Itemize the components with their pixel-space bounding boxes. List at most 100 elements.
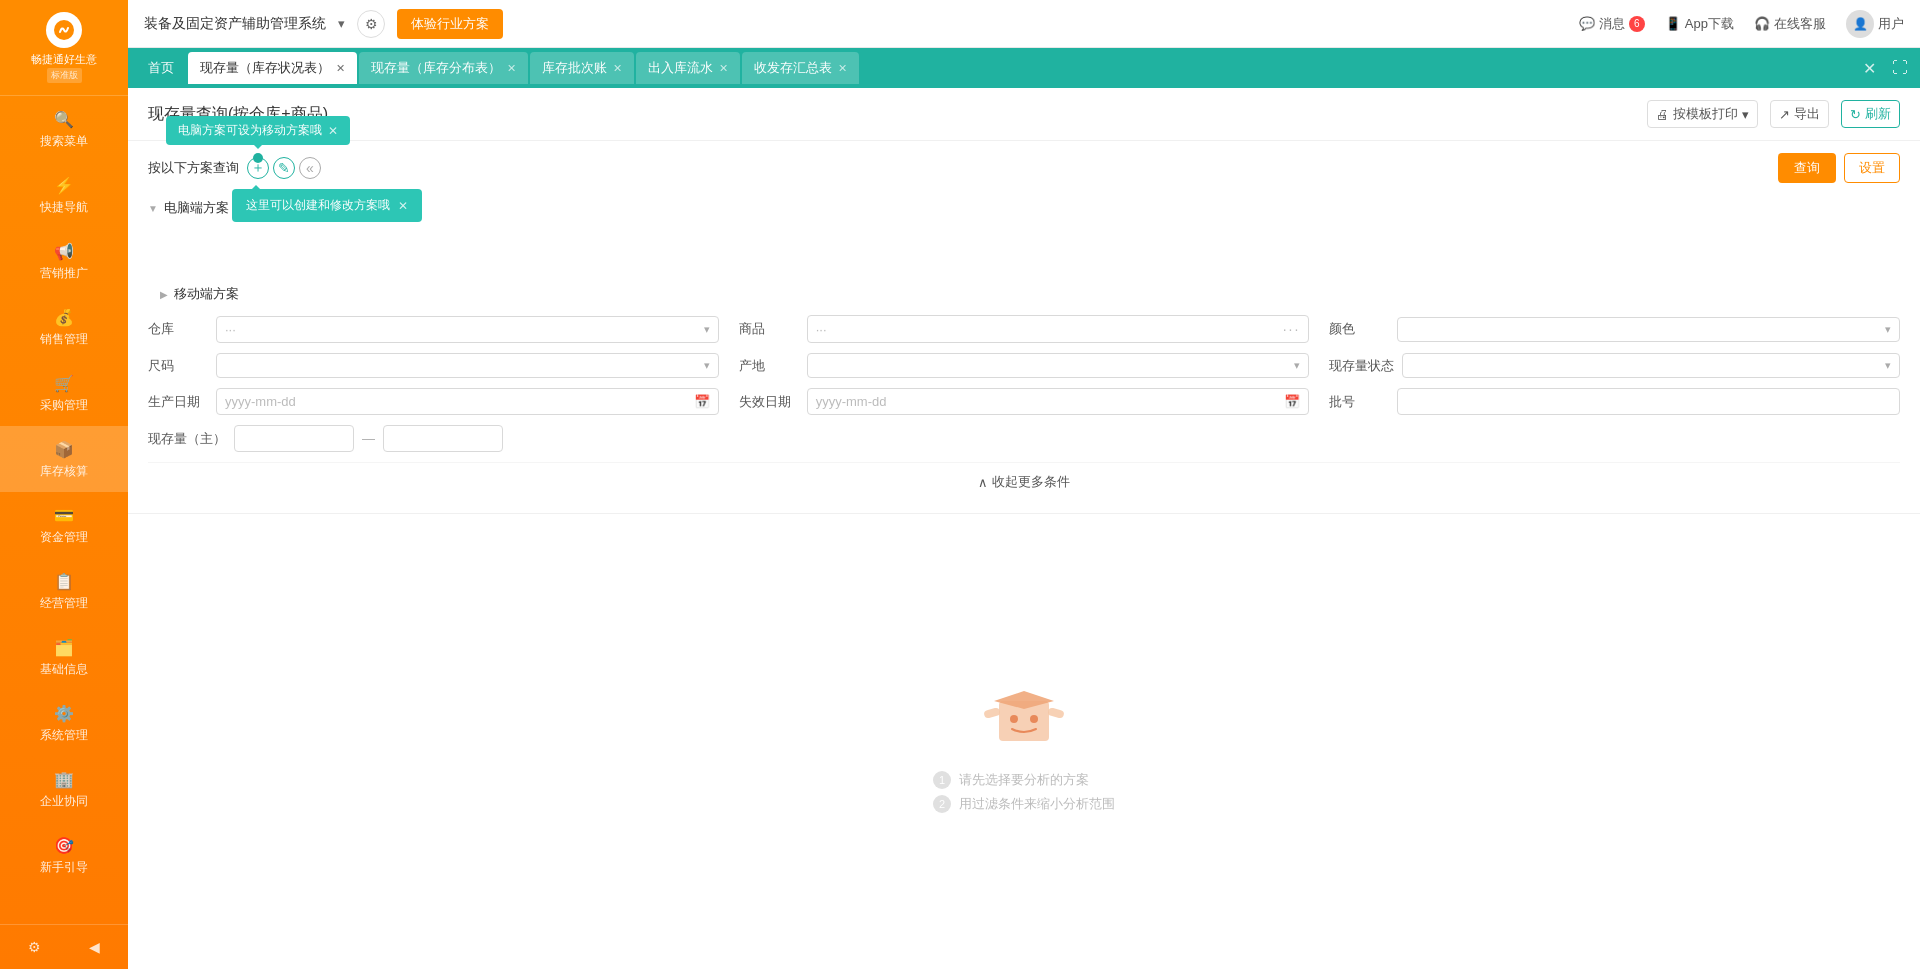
tooltip-close-1[interactable]: ✕ bbox=[328, 124, 338, 138]
tab-inventory-dist[interactable]: 现存量（库存分布表） ✕ bbox=[359, 52, 528, 84]
sidebar-item-finance[interactable]: 💳 资金管理 bbox=[0, 492, 128, 558]
color-select-arrow: ▾ bbox=[1885, 323, 1891, 336]
main-area: 装备及固定资产辅助管理系统 ▾ ⚙ 体验行业方案 💬 消息 6 📱 App下载 … bbox=[128, 0, 1920, 969]
filter-expiry-date: 失效日期 yyyy-mm-dd 📅 bbox=[739, 388, 1310, 415]
add-scheme-tooltip: 电脑方案可设为移动方案哦 ✕ bbox=[166, 116, 350, 145]
goods-select[interactable]: ··· ··· bbox=[807, 315, 1310, 343]
sidebar-item-enterprise[interactable]: 🏢 企业协同 bbox=[0, 756, 128, 822]
content-area: 现存量查询(按仓库+商品) 🖨 按模板打印 ▾ ↗ 导出 ↻ 刷新 bbox=[128, 88, 1920, 969]
stock-main-from-input[interactable] bbox=[234, 425, 354, 452]
page-container: 现存量查询(按仓库+商品) 🖨 按模板打印 ▾ ↗ 导出 ↻ 刷新 bbox=[128, 88, 1920, 969]
scheme-arrow-pc: ▼ bbox=[148, 203, 158, 214]
production-date-label: 生产日期 bbox=[148, 393, 208, 411]
step-num-2: 2 bbox=[933, 795, 951, 813]
tab-close-in-out-flow[interactable]: ✕ bbox=[719, 62, 728, 75]
tab-batch-account[interactable]: 库存批次账 ✕ bbox=[530, 52, 634, 84]
export-button[interactable]: ↗ 导出 bbox=[1770, 100, 1829, 128]
tab-bar-actions: ✕ ⛶ bbox=[1859, 55, 1912, 82]
expiry-date-input[interactable]: yyyy-mm-dd 📅 bbox=[807, 388, 1310, 415]
service-icon: 🎧 bbox=[1754, 16, 1770, 31]
filter-color: 颜色 ▾ bbox=[1329, 315, 1900, 343]
filter-row-1: 仓库 ··· ▾ 商品 ··· ··· bbox=[148, 315, 1900, 343]
batch-label: 批号 bbox=[1329, 393, 1389, 411]
collapse-button[interactable]: ∧ 收起更多条件 bbox=[978, 473, 1070, 491]
sidebar-bottom: ⚙ ◀ bbox=[0, 924, 128, 969]
filter-goods: 商品 ··· ··· bbox=[739, 315, 1310, 343]
warehouse-select[interactable]: ··· ▾ bbox=[216, 316, 719, 343]
sidebar-item-guide[interactable]: 🎯 新手引导 bbox=[0, 822, 128, 888]
sidebar-item-quick[interactable]: ⚡ 快捷导航 bbox=[0, 162, 128, 228]
svg-rect-4 bbox=[983, 707, 1001, 719]
tab-maximize-button[interactable]: ⛶ bbox=[1888, 55, 1912, 81]
sidebar-collapse-button[interactable]: ◀ bbox=[85, 935, 104, 959]
tab-close-inventory-status[interactable]: ✕ bbox=[336, 62, 345, 75]
goods-label: 商品 bbox=[739, 320, 799, 338]
search-button[interactable]: 查询 bbox=[1778, 153, 1836, 183]
sidebar-item-operation[interactable]: 📋 经营管理 bbox=[0, 558, 128, 624]
sidebar-item-marketing[interactable]: 📢 营销推广 bbox=[0, 228, 128, 294]
tab-inventory-status[interactable]: 现存量（库存状况表） ✕ bbox=[188, 52, 357, 84]
print-button[interactable]: 🖨 按模板打印 ▾ bbox=[1647, 100, 1758, 128]
tab-receive-send[interactable]: 收发存汇总表 ✕ bbox=[742, 52, 859, 84]
sidebar-item-search[interactable]: 🔍 搜索菜单 bbox=[0, 96, 128, 162]
size-select[interactable]: ▾ bbox=[216, 353, 719, 378]
user-menu[interactable]: 👤 用户 bbox=[1846, 10, 1904, 38]
tooltip-close-2[interactable]: ✕ bbox=[398, 199, 408, 213]
message-badge: 6 bbox=[1629, 16, 1645, 32]
reset-button[interactable]: 设置 bbox=[1844, 153, 1900, 183]
tab-bar: 首页 现存量（库存状况表） ✕ 现存量（库存分布表） ✕ 库存批次账 ✕ 出入库… bbox=[128, 48, 1920, 88]
color-label: 颜色 bbox=[1329, 320, 1389, 338]
filter-warehouse: 仓库 ··· ▾ bbox=[148, 315, 719, 343]
scheme-arrow-mobile: ▶ bbox=[160, 289, 168, 300]
header-settings-button[interactable]: ⚙ bbox=[357, 10, 385, 38]
system-title: 装备及固定资产辅助管理系统 bbox=[144, 15, 326, 33]
production-date-input[interactable]: yyyy-mm-dd 📅 bbox=[216, 388, 719, 415]
refresh-button[interactable]: ↻ 刷新 bbox=[1841, 100, 1900, 128]
sidebar-item-system[interactable]: ⚙️ 系统管理 bbox=[0, 690, 128, 756]
batch-input[interactable] bbox=[1397, 388, 1900, 415]
system-dropdown[interactable]: ▾ bbox=[338, 16, 345, 31]
tab-close-receive-send[interactable]: ✕ bbox=[838, 62, 847, 75]
step-num-1: 1 bbox=[933, 771, 951, 789]
origin-select[interactable]: ▾ bbox=[807, 353, 1310, 378]
sidebar-item-sales[interactable]: 💰 销售管理 bbox=[0, 294, 128, 360]
svg-point-2 bbox=[1010, 715, 1018, 723]
stock-main-label: 现存量（主） bbox=[148, 430, 226, 448]
trial-button[interactable]: 体验行业方案 bbox=[397, 9, 503, 39]
marketing-icon: 📢 bbox=[53, 240, 75, 262]
export-icon: ↗ bbox=[1779, 107, 1790, 122]
sidebar-item-basic[interactable]: 🗂️ 基础信息 bbox=[0, 624, 128, 690]
stock-status-select[interactable]: ▾ bbox=[1402, 353, 1900, 378]
tab-in-out-flow[interactable]: 出入库流水 ✕ bbox=[636, 52, 740, 84]
sidebar-item-purchase[interactable]: 🛒 采购管理 bbox=[0, 360, 128, 426]
logo-icon bbox=[46, 12, 82, 48]
enterprise-icon: 🏢 bbox=[53, 768, 75, 790]
online-service-button[interactable]: 🎧 在线客服 bbox=[1754, 15, 1826, 33]
filter-row-3: 生产日期 yyyy-mm-dd 📅 失效日期 yyyy-mm-dd 📅 bbox=[148, 388, 1900, 415]
add-scheme-button[interactable]: ＋ 电脑方案可设为移动方案哦 ✕ bbox=[247, 157, 269, 179]
guide-icon: 🎯 bbox=[53, 834, 75, 856]
tab-close-batch-account[interactable]: ✕ bbox=[613, 62, 622, 75]
stock-main-to-input[interactable] bbox=[383, 425, 503, 452]
edit-scheme-button[interactable]: ✎ bbox=[273, 157, 295, 179]
prev-scheme-button[interactable]: « bbox=[299, 157, 321, 179]
sidebar-settings-button[interactable]: ⚙ bbox=[24, 935, 45, 959]
sidebar-logo: 畅捷通好生意 标准版 bbox=[0, 0, 128, 96]
collapse-row: ∧ 收起更多条件 bbox=[148, 462, 1900, 501]
color-select[interactable]: ▾ bbox=[1397, 317, 1900, 342]
avatar: 👤 bbox=[1846, 10, 1874, 38]
collapse-icon: ∧ bbox=[978, 475, 988, 490]
tab-close-inventory-dist[interactable]: ✕ bbox=[507, 62, 516, 75]
print-icon: 🖨 bbox=[1656, 107, 1669, 122]
app-download-button[interactable]: 📱 App下载 bbox=[1665, 15, 1734, 33]
tab-close-all-button[interactable]: ✕ bbox=[1859, 55, 1880, 82]
origin-label: 产地 bbox=[739, 357, 799, 375]
message-button[interactable]: 💬 消息 6 bbox=[1579, 15, 1645, 33]
header-right: 💬 消息 6 📱 App下载 🎧 在线客服 👤 用户 bbox=[1579, 10, 1904, 38]
sidebar-item-inventory[interactable]: 📦 库存核算 bbox=[0, 426, 128, 492]
calendar-icon-production: 📅 bbox=[694, 394, 710, 409]
tab-home[interactable]: 首页 bbox=[136, 52, 186, 84]
page-actions: 🖨 按模板打印 ▾ ↗ 导出 ↻ 刷新 bbox=[1647, 100, 1900, 128]
warehouse-select-arrow: ▾ bbox=[704, 323, 710, 336]
scheme-item-mobile[interactable]: ▶ 移动端方案 bbox=[160, 281, 1900, 307]
